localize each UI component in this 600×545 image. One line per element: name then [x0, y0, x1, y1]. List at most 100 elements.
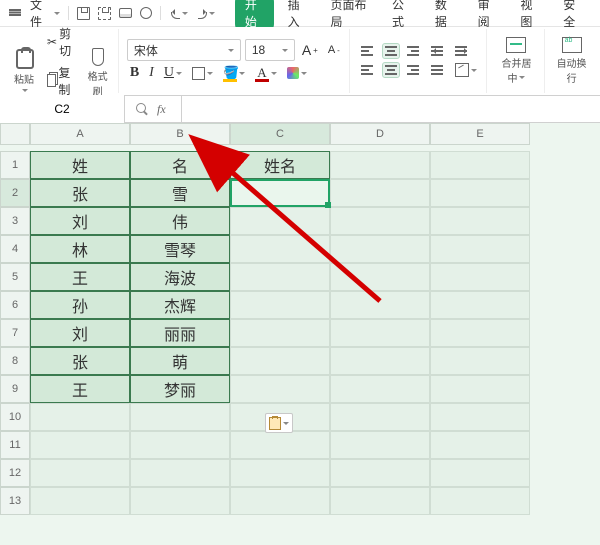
align-top-button[interactable] [358, 43, 378, 59]
font-color-button[interactable]: A [252, 63, 280, 83]
cell-A11[interactable] [30, 431, 130, 459]
align-middle-button[interactable] [382, 43, 400, 59]
border-button[interactable] [189, 65, 216, 82]
menu-button[interactable] [8, 6, 22, 20]
cell-C6[interactable] [230, 291, 330, 319]
cell-B9[interactable]: 梦丽 [130, 375, 230, 403]
cell-B13[interactable] [130, 487, 230, 515]
cell-A1[interactable]: 姓 [30, 151, 130, 179]
merge-center-button[interactable]: 合并居中 [495, 35, 538, 87]
print-button[interactable] [119, 8, 132, 18]
cell-D7[interactable] [330, 319, 430, 347]
bold-button[interactable]: B [127, 63, 142, 83]
cell-B12[interactable] [130, 459, 230, 487]
cell-E10[interactable] [430, 403, 530, 431]
cell-E7[interactable] [430, 319, 530, 347]
cell-A10[interactable] [30, 403, 130, 431]
cell-C11[interactable] [230, 431, 330, 459]
cell-A3[interactable]: 刘 [30, 207, 130, 235]
cell-A6[interactable]: 孙 [30, 291, 130, 319]
cell-B4[interactable]: 雪琴 [130, 235, 230, 263]
cell-C3[interactable] [230, 207, 330, 235]
cell-C1[interactable]: 姓名 [230, 151, 330, 179]
cell-B10[interactable] [130, 403, 230, 431]
paste-options-button[interactable] [265, 413, 293, 433]
cell-C2[interactable] [230, 179, 330, 207]
row-header[interactable]: 6 [0, 291, 30, 319]
row-header[interactable]: 12 [0, 459, 30, 487]
row-header[interactable]: 11 [0, 431, 30, 459]
cell-E12[interactable] [430, 459, 530, 487]
font-grow-button[interactable]: A+ [299, 40, 321, 60]
cell-C8[interactable] [230, 347, 330, 375]
cut-button[interactable]: ✂剪切 [44, 23, 77, 61]
cell-E5[interactable] [430, 263, 530, 291]
paste-button[interactable]: 粘贴 [10, 45, 38, 100]
redo-button[interactable] [196, 9, 215, 18]
format-painter-button[interactable]: 格式刷 [83, 44, 111, 100]
indent-decrease-button[interactable] [428, 43, 448, 59]
cell-A13[interactable] [30, 487, 130, 515]
align-bottom-button[interactable] [404, 43, 424, 59]
column-header[interactable]: D [330, 123, 430, 145]
row-header[interactable]: 2 [0, 179, 30, 207]
cell-A7[interactable]: 刘 [30, 319, 130, 347]
cell-D10[interactable] [330, 403, 430, 431]
wrap-text-button[interactable]: 自动换行 [553, 35, 590, 87]
underline-button[interactable]: U [161, 63, 185, 83]
search-icon[interactable] [135, 102, 149, 116]
indent-increase-button[interactable] [452, 43, 472, 59]
preview-button[interactable] [140, 7, 152, 19]
cell-B5[interactable]: 海波 [130, 263, 230, 291]
orientation-button[interactable] [452, 61, 480, 79]
cell-A5[interactable]: 王 [30, 263, 130, 291]
cell-E13[interactable] [430, 487, 530, 515]
name-box[interactable] [0, 95, 125, 123]
cell-E9[interactable] [430, 375, 530, 403]
column-header[interactable]: B [130, 123, 230, 145]
cell-D11[interactable] [330, 431, 430, 459]
qat-button-1[interactable] [98, 7, 111, 20]
copy-button[interactable]: 复制 [44, 62, 77, 100]
align-left-button[interactable] [358, 62, 378, 78]
column-header[interactable]: A [30, 123, 130, 145]
column-header[interactable]: E [430, 123, 530, 145]
row-header[interactable]: 5 [0, 263, 30, 291]
column-header[interactable]: C [230, 123, 330, 145]
cell-B7[interactable]: 丽丽 [130, 319, 230, 347]
formula-input[interactable] [182, 96, 600, 122]
cell-E11[interactable] [430, 431, 530, 459]
cell-C9[interactable] [230, 375, 330, 403]
font-size-select[interactable]: 18 [245, 39, 295, 61]
row-header[interactable]: 4 [0, 235, 30, 263]
cell-E8[interactable] [430, 347, 530, 375]
cell-D8[interactable] [330, 347, 430, 375]
cell-D2[interactable] [330, 179, 430, 207]
cell-D1[interactable] [330, 151, 430, 179]
align-justify-button[interactable] [428, 62, 448, 78]
fill-color-button[interactable]: 🪣 [220, 63, 248, 83]
cell-B3[interactable]: 伟 [130, 207, 230, 235]
cell-D5[interactable] [330, 263, 430, 291]
cell-D12[interactable] [330, 459, 430, 487]
row-header[interactable]: 8 [0, 347, 30, 375]
cell-E6[interactable] [430, 291, 530, 319]
row-header[interactable]: 3 [0, 207, 30, 235]
select-all-corner[interactable] [0, 123, 30, 145]
italic-button[interactable]: I [146, 63, 157, 83]
row-header[interactable]: 13 [0, 487, 30, 515]
cell-C4[interactable] [230, 235, 330, 263]
cell-D9[interactable] [330, 375, 430, 403]
cell-A2[interactable]: 张 [30, 179, 130, 207]
cell-B11[interactable] [130, 431, 230, 459]
row-header[interactable]: 9 [0, 375, 30, 403]
cell-E1[interactable] [430, 151, 530, 179]
cell-E4[interactable] [430, 235, 530, 263]
fx-icon[interactable]: fx [157, 102, 171, 116]
align-right-button[interactable] [404, 62, 424, 78]
cell-C5[interactable] [230, 263, 330, 291]
undo-button[interactable] [169, 9, 188, 18]
row-header[interactable]: 7 [0, 319, 30, 347]
cell-C13[interactable] [230, 487, 330, 515]
cell-D4[interactable] [330, 235, 430, 263]
